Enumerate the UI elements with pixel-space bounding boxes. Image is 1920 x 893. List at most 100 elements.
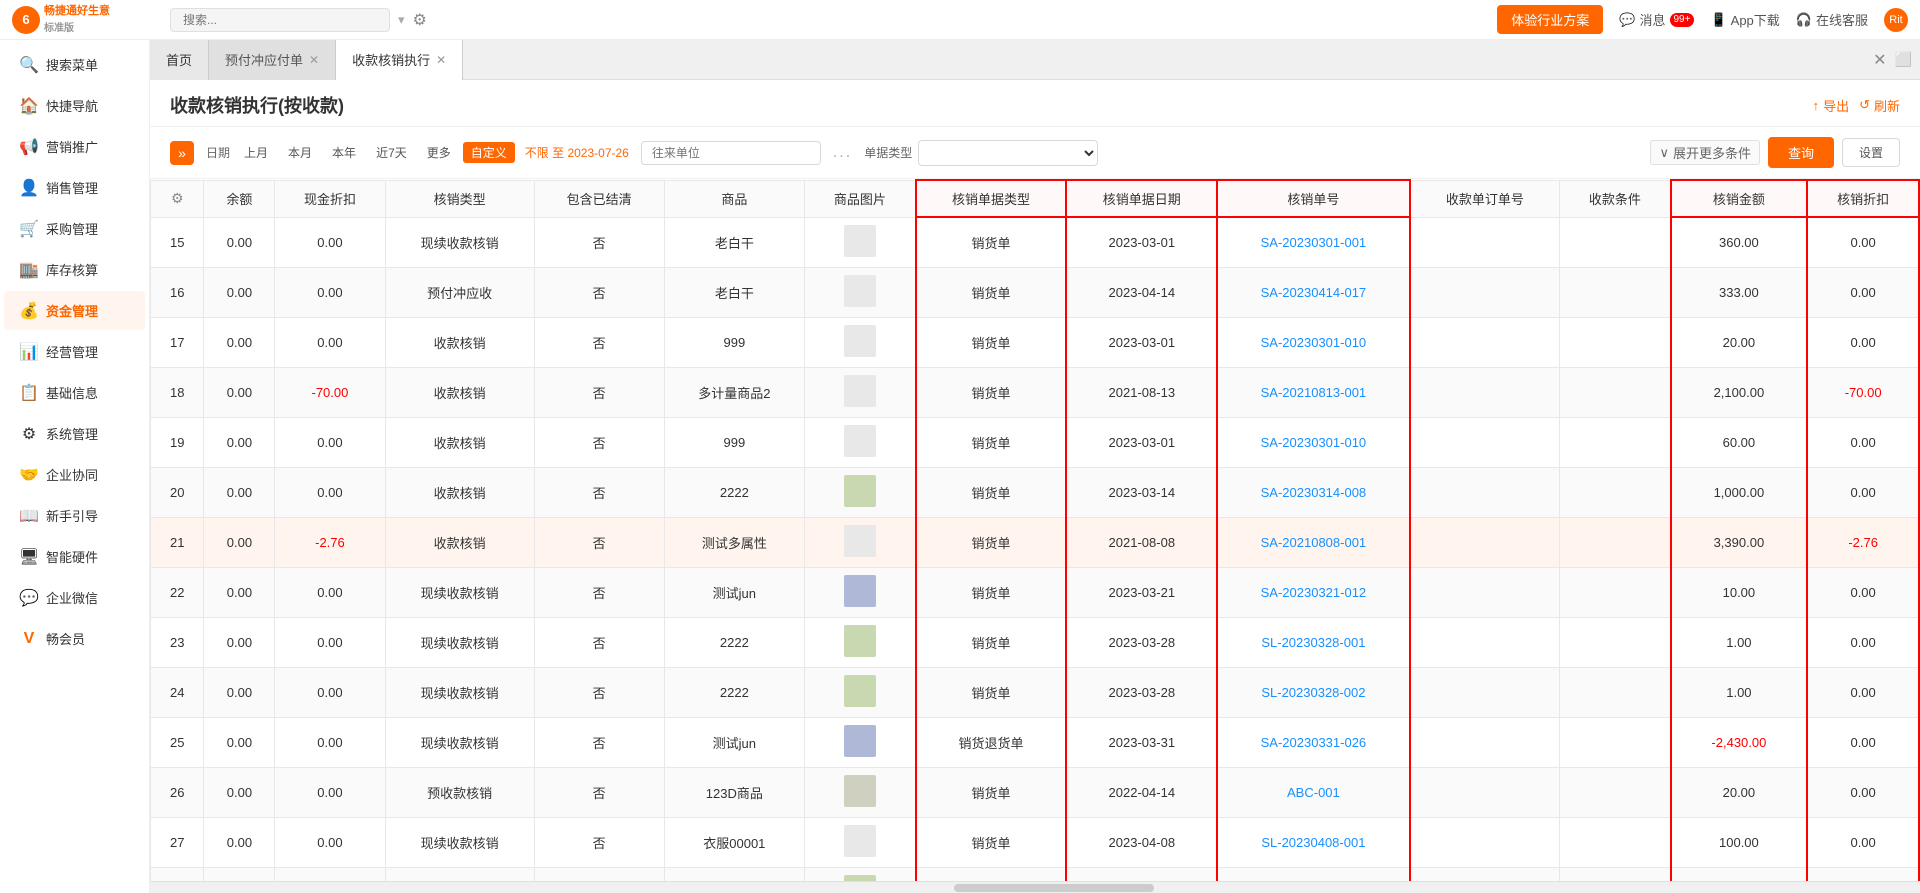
chevron-down-icon: ∨ [1659, 145, 1669, 161]
cell-goods: 测试jun [664, 717, 805, 767]
verify-num-link[interactable]: SA-20230301-010 [1261, 435, 1367, 450]
refresh-button[interactable]: ↺ 刷新 [1859, 96, 1900, 115]
verify-num-link[interactable]: SL-20230328-001 [1261, 635, 1365, 650]
cell-id: 21 [151, 517, 204, 567]
cell-include-settled: 否 [534, 667, 664, 717]
cell-verify-num[interactable]: SA-20230314-008 [1217, 467, 1409, 517]
th-goods: 商品 [664, 180, 805, 217]
expand-more-button[interactable]: ∨ 展开更多条件 [1650, 140, 1760, 165]
online-service-button[interactable]: 🎧 在线客服 [1796, 10, 1868, 29]
cell-verify-date: 2023-03-28 [1066, 667, 1217, 717]
sidebar-item-search-menu[interactable]: 🔍 搜索菜单 [4, 45, 145, 84]
tab-home[interactable]: 首页 [150, 40, 209, 80]
tab-maximize-icon[interactable]: ⬜ [1895, 51, 1912, 68]
cell-verify-num[interactable]: SA-20230301-001 [1217, 217, 1409, 267]
sidebar-item-corp-collab[interactable]: 🤝 企业协同 [4, 455, 145, 494]
cell-verify-num[interactable]: SL-20230408-001 [1217, 817, 1409, 867]
cell-verify-amount: 60.00 [1671, 417, 1808, 467]
bill-type-select[interactable] [918, 140, 1098, 166]
sidebar-item-smart-hw[interactable]: 🖥 智能硬件 [4, 537, 145, 576]
th-gear[interactable]: ⚙ [151, 180, 204, 217]
cell-verify-num[interactable]: SL-20230418-001 [1217, 867, 1409, 881]
industry-solution-button[interactable]: 体验行业方案 [1497, 5, 1603, 34]
sidebar-item-finance[interactable]: 💰 资金管理 [4, 291, 145, 330]
sidebar-item-corp-wechat[interactable]: 💬 企业微信 [4, 578, 145, 617]
verify-num-link[interactable]: SA-20230301-010 [1261, 335, 1367, 350]
app-badge: 标准版 [44, 19, 110, 34]
verify-num-link[interactable]: SA-20230414-017 [1261, 285, 1367, 300]
cell-include-settled: 否 [534, 617, 664, 667]
this-year-btn[interactable]: 本年 [324, 142, 364, 163]
th-verify-amount: 核销金额 [1671, 180, 1808, 217]
export-button[interactable]: ↑ 导出 [1813, 96, 1850, 115]
sidebar-item-newbie[interactable]: 📖 新手引导 [4, 496, 145, 535]
app-download-button[interactable]: 📱 App下载 [1710, 10, 1779, 29]
sidebar-item-marketing[interactable]: 📢 营销推广 [4, 127, 145, 166]
tab-close-all-icon[interactable]: ✕ [1873, 50, 1886, 70]
cell-verify-date: 2023-04-18 [1066, 867, 1217, 881]
message-badge: 99+ [1670, 13, 1695, 27]
app-name: 畅捷通好生意 [44, 5, 110, 18]
settings-button[interactable]: 设置 [1842, 138, 1900, 167]
top-search-input[interactable] [170, 8, 390, 32]
this-month-btn[interactable]: 本月 [280, 142, 320, 163]
sidebar-label-newbie: 新手引导 [46, 506, 98, 525]
cell-cash-discount: 0.00 [275, 417, 385, 467]
verify-num-link[interactable]: SA-20230331-026 [1261, 735, 1367, 750]
verify-num-link[interactable]: SA-20230321-012 [1261, 585, 1367, 600]
sidebar-item-purchase-mgmt[interactable]: 🛒 采购管理 [4, 209, 145, 248]
filter-expand-button[interactable]: » [170, 141, 194, 165]
sidebar-item-inventory[interactable]: 🏬 库存核算 [4, 250, 145, 289]
tab-verify[interactable]: 收款核销执行 ✕ [336, 40, 463, 80]
sidebar-item-quick-nav[interactable]: 🏠 快捷导航 [4, 86, 145, 125]
sidebar-item-basic-info[interactable]: 📋 基础信息 [4, 373, 145, 412]
user-avatar[interactable]: Rit [1884, 8, 1908, 32]
cell-balance: 0.00 [204, 617, 275, 667]
cell-verify-num[interactable]: ABC-001 [1217, 767, 1409, 817]
sidebar-item-sys-mgmt[interactable]: ⚙ 系统管理 [4, 414, 145, 453]
cell-balance: 0.00 [204, 367, 275, 417]
verify-num-link[interactable]: SA-20230301-001 [1261, 235, 1367, 250]
cell-verify-bill-type: 销货单 [916, 217, 1067, 267]
message-button[interactable]: 💬 消息 99+ [1619, 10, 1694, 29]
more-date-btn[interactable]: 更多 [419, 142, 459, 163]
verify-num-link[interactable]: ABC-001 [1287, 785, 1340, 800]
last-month-btn[interactable]: 上月 [236, 142, 276, 163]
verify-num-link[interactable]: SL-20230328-002 [1261, 685, 1365, 700]
partner-filter-input[interactable] [641, 141, 821, 165]
cell-cash-discount: 0.00 [275, 567, 385, 617]
cell-verify-num[interactable]: SA-20230414-017 [1217, 267, 1409, 317]
verify-num-link[interactable]: SA-20230314-008 [1261, 485, 1367, 500]
cell-verify-num[interactable]: SL-20230328-002 [1217, 667, 1409, 717]
custom-date-btn[interactable]: 自定义 [463, 142, 515, 163]
cell-receipt-order-num [1410, 217, 1560, 267]
cell-verify-num[interactable]: SA-20210808-001 [1217, 517, 1409, 567]
sidebar-item-member[interactable]: V 畅会员 [4, 619, 145, 658]
tab-prepay[interactable]: 预付冲应付单 ✕ [209, 40, 336, 80]
verify-num-link[interactable]: SA-20210808-001 [1261, 535, 1367, 550]
table-container[interactable]: ⚙ 余额 现金折扣 核销类型 包含已结清 商品 商品图片 核销单据类型 核销单据… [150, 179, 1920, 881]
verify-num-link[interactable]: SL-20230408-001 [1261, 835, 1365, 850]
sidebar-item-biz-mgmt[interactable]: 📊 经营管理 [4, 332, 145, 371]
settings-icon[interactable]: ⚙ [413, 10, 427, 30]
cell-balance: 0.00 [204, 417, 275, 467]
cell-verify-num[interactable]: SA-20210813-001 [1217, 367, 1409, 417]
cell-verify-num[interactable]: SA-20230301-010 [1217, 417, 1409, 467]
goods-image [844, 425, 876, 457]
horizontal-scrollbar[interactable] [150, 881, 1920, 893]
last7-btn[interactable]: 近7天 [368, 142, 415, 163]
purchase-icon: 🛒 [20, 220, 38, 238]
cell-verify-num[interactable]: SL-20230328-001 [1217, 617, 1409, 667]
query-button[interactable]: 查询 [1768, 137, 1834, 168]
cell-verify-num[interactable]: SA-20230301-010 [1217, 317, 1409, 367]
gear-column-icon[interactable]: ⚙ [171, 190, 184, 206]
scroll-thumb[interactable] [954, 884, 1154, 892]
verify-tab-close-icon[interactable]: ✕ [436, 54, 446, 66]
sidebar-item-sales-mgmt[interactable]: 👤 销售管理 [4, 168, 145, 207]
verify-num-link[interactable]: SA-20210813-001 [1261, 385, 1367, 400]
prepay-tab-close-icon[interactable]: ✕ [309, 54, 319, 66]
th-verify-num: 核销单号 [1217, 180, 1409, 217]
cell-verify-num[interactable]: SA-20230331-026 [1217, 717, 1409, 767]
cell-verify-date: 2022-04-14 [1066, 767, 1217, 817]
cell-verify-num[interactable]: SA-20230321-012 [1217, 567, 1409, 617]
